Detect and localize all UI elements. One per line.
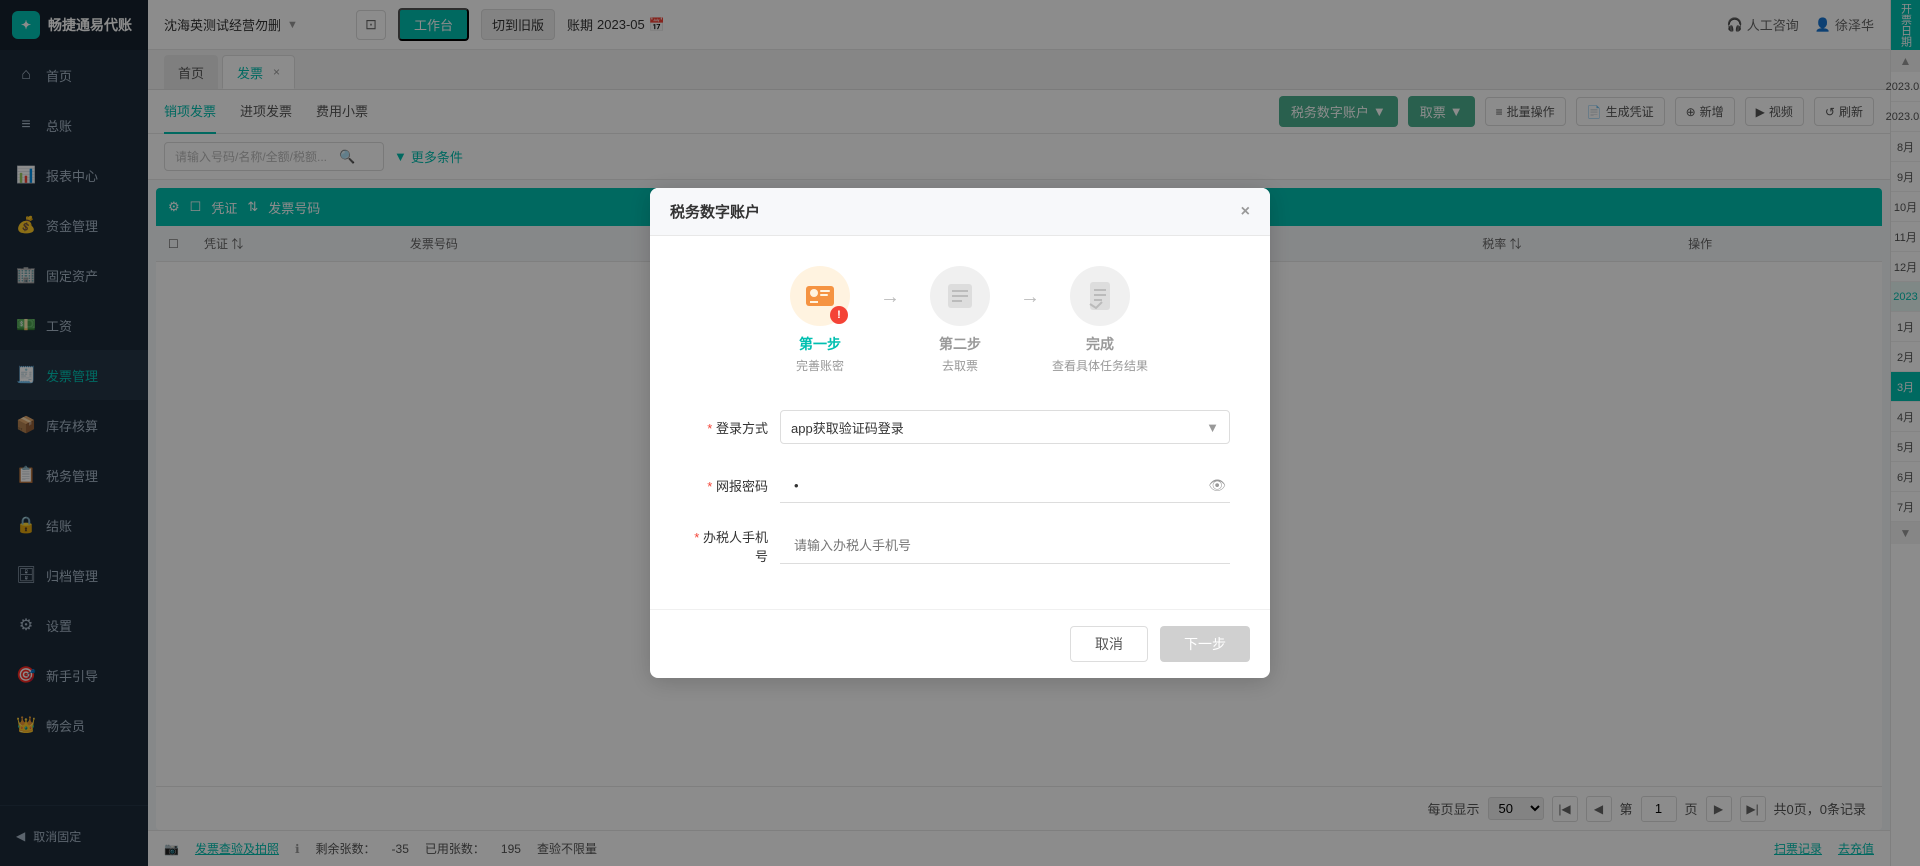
steps-row: ! 第一步 完善账密 → <box>690 266 1230 374</box>
login-method-label: * 登录方式 <box>690 418 780 437</box>
step-2-svg <box>944 280 976 312</box>
arrow-1: → <box>880 286 900 309</box>
step-1-svg <box>804 280 836 312</box>
modal-footer: 取消 下一步 <box>650 609 1270 678</box>
modal-title: 税务数字账户 <box>670 201 760 222</box>
step-1-desc: 完善账密 <box>796 357 844 374</box>
password-input-wrapper: 👁 <box>780 468 1230 503</box>
step-2-icon <box>930 266 990 326</box>
form-row-phone: * 办税人手机号 <box>690 527 1230 565</box>
phone-input-wrapper <box>780 529 1230 564</box>
step-2-label: 第二步 <box>939 334 981 354</box>
password-label: * 网报密码 <box>690 476 780 495</box>
phone-input[interactable] <box>784 529 1226 563</box>
password-input[interactable] <box>784 468 1208 502</box>
step-1: ! 第一步 完善账密 <box>760 266 880 374</box>
modal-body: ! 第一步 完善账密 → <box>650 236 1270 609</box>
modal-close-button[interactable]: × <box>1241 203 1250 221</box>
password-toggle-icon[interactable]: 👁 <box>1208 477 1226 494</box>
phone-label: * 办税人手机号 <box>690 527 780 565</box>
arrow-2: → <box>1020 286 1040 309</box>
step-1-label: 第一步 <box>799 334 841 354</box>
next-step-button[interactable]: 下一步 <box>1160 626 1250 662</box>
modal-overlay: 税务数字账户 × ! <box>0 0 1920 866</box>
step-badge: ! <box>830 306 848 324</box>
step-2: 第二步 去取票 <box>900 266 1020 374</box>
step-3-desc: 查看具体任务结果 <box>1052 357 1148 374</box>
step-1-icon: ! <box>790 266 850 326</box>
login-method-value: app获取验证码登录 <box>791 418 904 437</box>
step-3-label: 完成 <box>1086 334 1114 354</box>
form-row-password: * 网报密码 👁 <box>690 468 1230 503</box>
cancel-button[interactable]: 取消 <box>1070 626 1148 662</box>
modal-dialog: 税务数字账户 × ! <box>650 188 1270 678</box>
step-2-desc: 去取票 <box>942 357 978 374</box>
step-3: 完成 查看具体任务结果 <box>1040 266 1160 374</box>
step-3-svg <box>1084 280 1116 312</box>
login-method-arrow: ▼ <box>1206 420 1219 435</box>
form-row-login-method: * 登录方式 app获取验证码登录 ▼ <box>690 410 1230 444</box>
step-3-icon <box>1070 266 1130 326</box>
login-method-select[interactable]: app获取验证码登录 ▼ <box>780 410 1230 444</box>
modal-header: 税务数字账户 × <box>650 188 1270 236</box>
